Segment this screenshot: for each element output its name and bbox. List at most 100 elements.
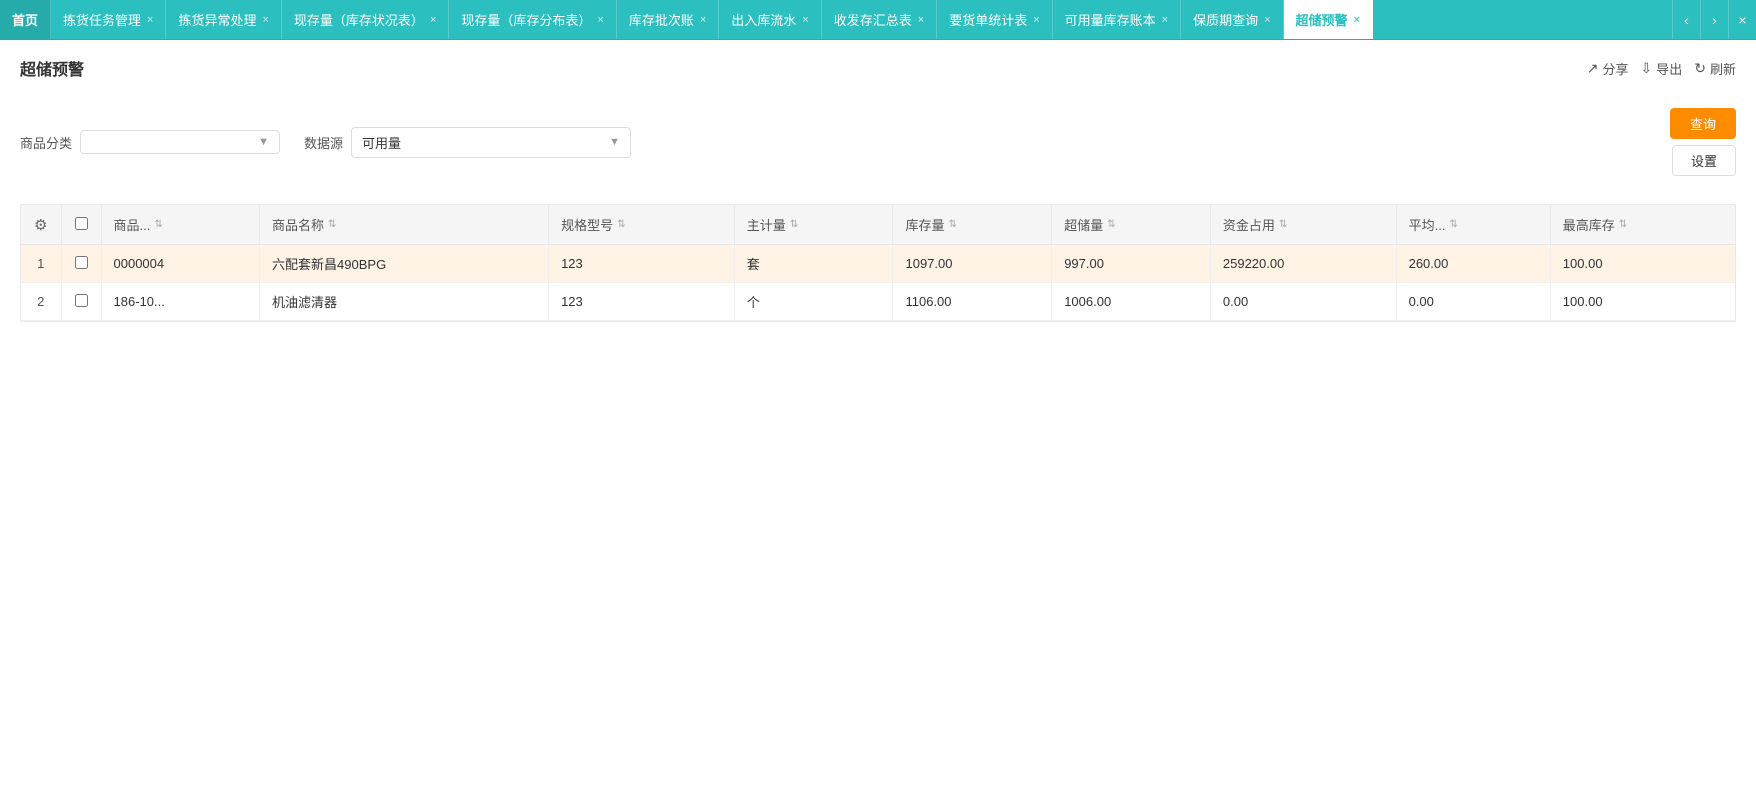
nav-inout-flow[interactable]: 出入库流水 × — [719, 0, 821, 39]
top-nav: 首页 拣货任务管理 × 拣货异常处理 × 现存量（库存状况表） × 现存量（库存… — [0, 0, 1756, 40]
row-stock: 1097.00 — [893, 245, 1052, 283]
nav-overstock-warning-label: 超储预警 — [1296, 10, 1348, 29]
nav-overstock-warning[interactable]: 超储预警 × — [1284, 0, 1373, 39]
category-label: 商品分类 — [20, 133, 72, 152]
category-select[interactable]: ▼ — [80, 130, 280, 154]
nav-order-stats-label: 要货单统计表 — [949, 10, 1027, 29]
nav-abnormal[interactable]: 拣货异常处理 × — [166, 0, 281, 39]
sort-product-name-icon: ⇅ — [328, 219, 336, 230]
table-row: 1 0000004 六配套新昌490BPG 123 套 1097.00 997.… — [21, 245, 1735, 283]
th-overstock[interactable]: 超储量 ⇅ — [1052, 205, 1211, 245]
nav-inventory-dist[interactable]: 现存量（库存分布表） × — [449, 0, 616, 39]
th-stock[interactable]: 库存量 ⇅ — [893, 205, 1052, 245]
nav-collect-summary-label: 收发存汇总表 — [834, 10, 912, 29]
nav-collect-summary-close[interactable]: × — [918, 14, 924, 26]
nav-arrow-close[interactable]: × — [1728, 0, 1756, 39]
page-title: 超储预警 — [20, 56, 84, 80]
nav-home[interactable]: 首页 — [0, 0, 51, 39]
row-checkbox-cell — [61, 245, 101, 283]
nav-available-account-close[interactable]: × — [1162, 14, 1168, 26]
nav-inventory-status[interactable]: 现存量（库存状况表） × — [282, 0, 449, 39]
export-icon: ⇩ — [1641, 60, 1653, 77]
sort-stock-icon: ⇅ — [949, 219, 957, 230]
nav-task-mgmt-close[interactable]: × — [147, 14, 153, 26]
refresh-button[interactable]: ↻ 刷新 — [1694, 59, 1736, 78]
th-unit[interactable]: 主计量 ⇅ — [734, 205, 893, 245]
row-num: 2 — [21, 283, 61, 321]
datasource-value: 可用量 — [362, 133, 401, 152]
row-spec: 123 — [549, 245, 735, 283]
nav-inout-flow-close[interactable]: × — [802, 14, 808, 26]
row-max-stock: 100.00 — [1550, 283, 1735, 321]
row-unit: 个 — [734, 283, 893, 321]
row-spec: 123 — [549, 283, 735, 321]
sort-product-code-icon: ⇅ — [154, 219, 162, 230]
row-overstock: 997.00 — [1052, 245, 1211, 283]
th-product-code[interactable]: 商品... ⇅ — [101, 205, 260, 245]
filter-bar: 商品分类 ▼ 数据源 可用量 ▼ 查询 设置 — [20, 96, 1736, 188]
nav-quality-check-close[interactable]: × — [1264, 14, 1270, 26]
th-product-name[interactable]: 商品名称 ⇅ — [260, 205, 549, 245]
select-all-checkbox[interactable] — [75, 217, 88, 230]
row-checkbox-cell — [61, 283, 101, 321]
nav-arrows: ‹ › × — [1672, 0, 1756, 39]
nav-overstock-warning-close[interactable]: × — [1354, 14, 1360, 26]
row-unit: 套 — [734, 245, 893, 283]
th-checkbox — [61, 205, 101, 245]
row-product-name: 机油滤清器 — [260, 283, 549, 321]
nav-task-mgmt[interactable]: 拣货任务管理 × — [51, 0, 166, 39]
share-icon: ↗ — [1587, 60, 1599, 77]
nav-inventory-status-label: 现存量（库存状况表） — [294, 10, 424, 29]
datasource-select[interactable]: 可用量 ▼ — [351, 127, 631, 158]
row-avg: 0.00 — [1396, 283, 1550, 321]
datasource-label: 数据源 — [304, 133, 343, 152]
nav-order-stats-close[interactable]: × — [1033, 14, 1039, 26]
row-max-stock: 100.00 — [1550, 245, 1735, 283]
nav-task-mgmt-label: 拣货任务管理 — [63, 10, 141, 29]
th-settings: ⚙ — [21, 205, 61, 245]
sort-unit-icon: ⇅ — [790, 219, 798, 230]
sort-spec-icon: ⇅ — [617, 219, 625, 230]
row-stock: 1106.00 — [893, 283, 1052, 321]
th-avg[interactable]: 平均... ⇅ — [1396, 205, 1550, 245]
filter-category: 商品分类 ▼ — [20, 130, 280, 154]
nav-inventory-status-close[interactable]: × — [430, 14, 436, 26]
share-label: 分享 — [1602, 59, 1628, 78]
export-button[interactable]: ⇩ 导出 — [1641, 59, 1683, 78]
nav-batch-account[interactable]: 库存批次账 × — [617, 0, 719, 39]
share-button[interactable]: ↗ 分享 — [1587, 59, 1629, 78]
row-product-code: 0000004 — [101, 245, 260, 283]
query-button[interactable]: 查询 — [1670, 108, 1736, 139]
nav-inventory-dist-label: 现存量（库存分布表） — [461, 10, 591, 29]
nav-quality-check[interactable]: 保质期查询 × — [1181, 0, 1283, 39]
page-header: 超储预警 ↗ 分享 ⇩ 导出 ↻ 刷新 — [20, 56, 1736, 80]
nav-batch-account-close[interactable]: × — [700, 14, 706, 26]
nav-available-account[interactable]: 可用量库存账本 × — [1053, 0, 1181, 39]
nav-collect-summary[interactable]: 收发存汇总表 × — [822, 0, 937, 39]
settings-gear-icon[interactable]: ⚙ — [34, 217, 47, 234]
row-overstock: 1006.00 — [1052, 283, 1211, 321]
sort-capital-use-icon: ⇅ — [1279, 219, 1287, 230]
settings-button[interactable]: 设置 — [1672, 145, 1736, 176]
nav-home-label: 首页 — [12, 10, 38, 29]
row-num: 1 — [21, 245, 61, 283]
nav-arrow-left[interactable]: ‹ — [1672, 0, 1700, 39]
th-spec[interactable]: 规格型号 ⇅ — [549, 205, 735, 245]
nav-arrow-right[interactable]: › — [1700, 0, 1728, 39]
th-capital-use[interactable]: 资金占用 ⇅ — [1210, 205, 1396, 245]
category-arrow-icon: ▼ — [258, 136, 269, 148]
nav-inout-flow-label: 出入库流水 — [731, 10, 796, 29]
th-max-stock[interactable]: 最高库存 ⇅ — [1550, 205, 1735, 245]
nav-abnormal-close[interactable]: × — [262, 14, 268, 26]
row-checkbox[interactable] — [75, 294, 88, 307]
row-avg: 260.00 — [1396, 245, 1550, 283]
header-actions: ↗ 分享 ⇩ 导出 ↻ 刷新 — [1587, 59, 1736, 78]
nav-abnormal-label: 拣货异常处理 — [178, 10, 256, 29]
row-checkbox[interactable] — [75, 256, 88, 269]
data-table: ⚙ 商品... ⇅ 商品名称 ⇅ — [20, 204, 1736, 322]
nav-order-stats[interactable]: 要货单统计表 × — [937, 0, 1052, 39]
refresh-icon: ↻ — [1694, 60, 1706, 77]
nav-quality-check-label: 保质期查询 — [1193, 10, 1258, 29]
refresh-label: 刷新 — [1710, 59, 1736, 78]
nav-inventory-dist-close[interactable]: × — [597, 14, 603, 26]
